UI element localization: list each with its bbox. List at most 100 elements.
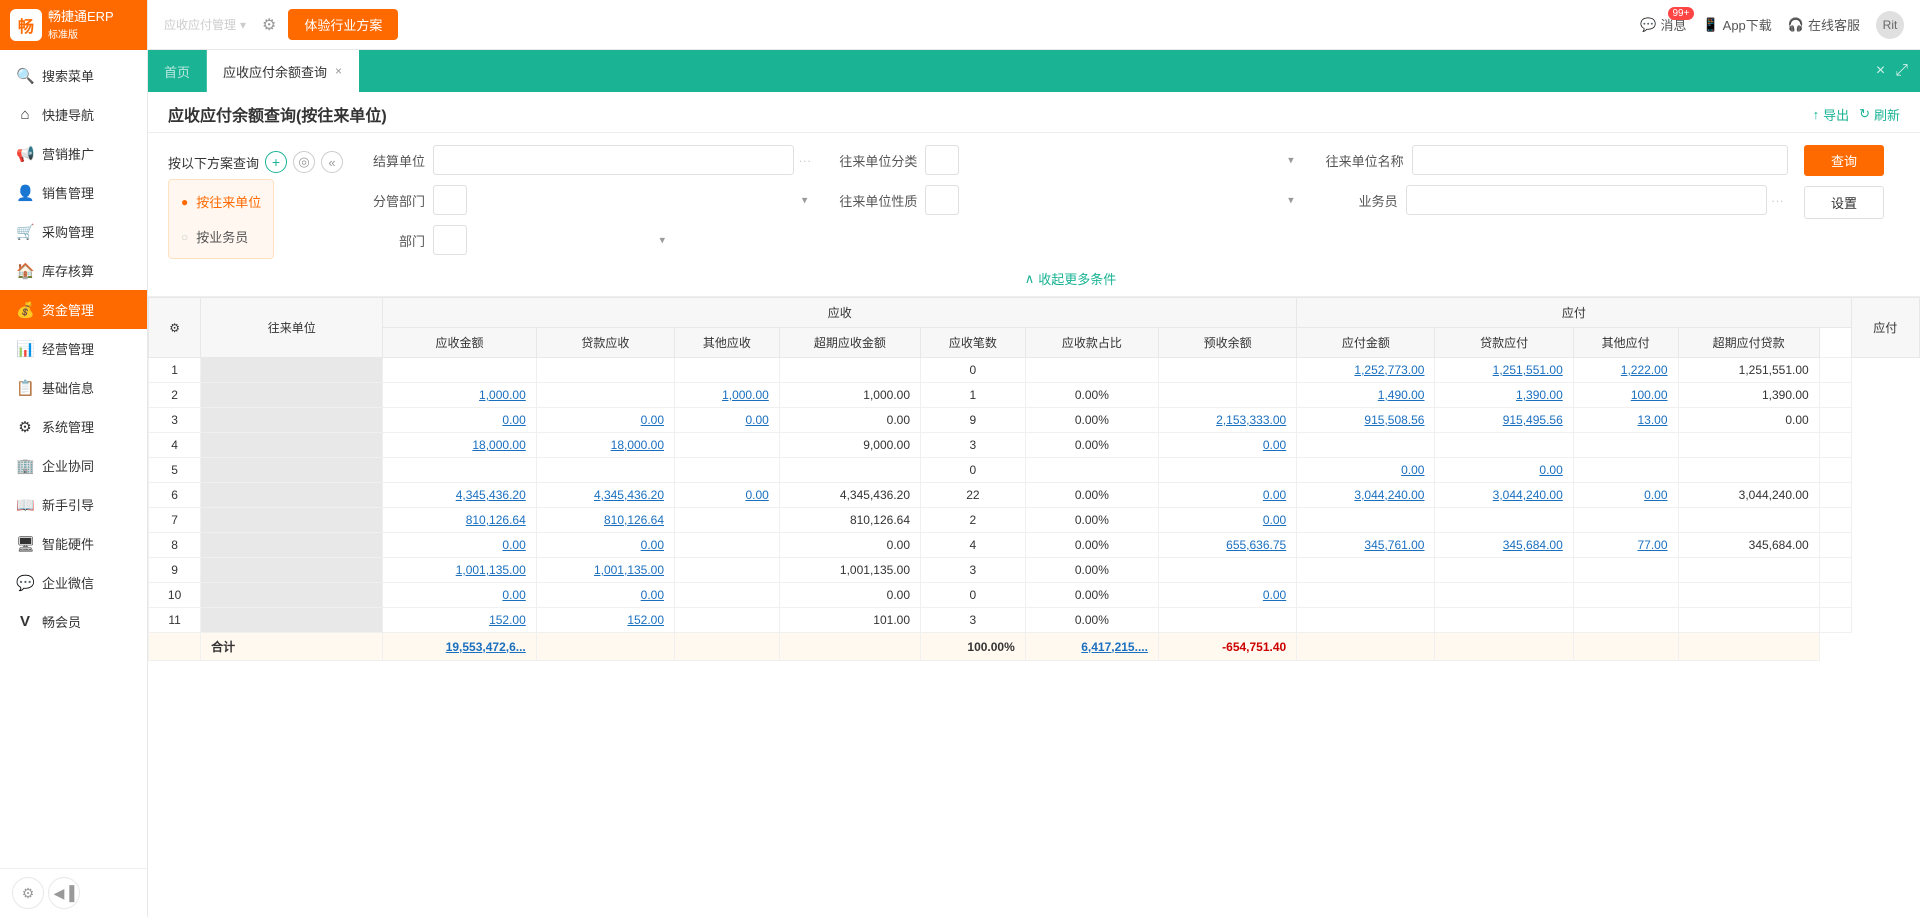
table-cell[interactable]: 100.00 [1573, 383, 1678, 408]
sidebar-item-finance[interactable]: 💰 资金管理 [0, 290, 147, 329]
table-cell[interactable]: 1,251,551.00 [1435, 358, 1573, 383]
table-cell[interactable]: 0.00 [536, 583, 674, 608]
table-cell[interactable]: 3,044,240.00 [1435, 483, 1573, 508]
table-cell[interactable]: 1,222.00 [1573, 358, 1678, 383]
salesperson-dots[interactable]: ··· [1767, 193, 1788, 208]
table-cell[interactable]: 4,345,436.20 [383, 483, 536, 508]
sidebar-item-wechat[interactable]: 💬 企业微信 [0, 563, 147, 602]
table-cell[interactable]: 0.00 [675, 483, 780, 508]
table-cell[interactable]: 810,126.64 [383, 508, 536, 533]
export-button[interactable]: ↑ 导出 [1813, 105, 1850, 124]
table-cell[interactable]: 13.00 [1573, 408, 1678, 433]
table-cell[interactable]: 1,001,135.00 [536, 558, 674, 583]
query-button[interactable]: 查询 [1804, 145, 1884, 176]
sidebar-item-purchase[interactable]: 🛒 采购管理 [0, 212, 147, 251]
table-cell[interactable]: 0.00 [1158, 433, 1296, 458]
sidebar-settings-btn[interactable]: ⚙ [12, 877, 44, 909]
table-cell[interactable]: 1,490.00 [1297, 383, 1435, 408]
tab-close-icon[interactable]: × [335, 64, 342, 78]
sidebar-item-marketing[interactable]: 📢 营销推广 [0, 134, 147, 173]
settlement-unit-input[interactable] [433, 145, 794, 175]
unit-category-label: 往来单位分类 [839, 151, 925, 170]
footer-ar-total[interactable]: 19,553,472,6... [383, 633, 536, 661]
solution-button[interactable]: 体验行业方案 [288, 9, 398, 40]
sidebar-item-corp[interactable]: 🏢 企业协同 [0, 446, 147, 485]
table-cell[interactable]: 4,345,436.20 [536, 483, 674, 508]
table-cell[interactable]: 1,001,135.00 [383, 558, 536, 583]
sidebar-item-inventory[interactable]: 🏠 库存核算 [0, 251, 147, 290]
leftpanel-by-staff[interactable]: ○ 按业务员 [169, 219, 273, 254]
settings-button[interactable]: 设置 [1804, 186, 1884, 219]
department-select[interactable] [433, 225, 467, 255]
leftpanel-by-unit[interactable]: ● 按往来单位 [169, 184, 273, 219]
user-avatar[interactable]: Rit [1876, 11, 1904, 39]
th-settings[interactable]: ⚙ [149, 298, 201, 358]
table-cell[interactable]: 2,153,333.00 [1158, 408, 1296, 433]
table-cell[interactable]: 655,636.75 [1158, 533, 1296, 558]
table-cell[interactable]: 3,044,240.00 [1297, 483, 1435, 508]
tab-arbalance[interactable]: 应收应付余额查询 × [207, 50, 359, 92]
sidebar-item-quicknav[interactable]: ⌂ 快捷导航 [0, 95, 147, 134]
sidebar-item-hardware[interactable]: 🖥 智能硬件 [0, 524, 147, 563]
table-cell[interactable]: 1,000.00 [383, 383, 536, 408]
table-cell[interactable]: 1,000.00 [675, 383, 780, 408]
table-cell[interactable]: 152.00 [383, 608, 536, 633]
sidebar-item-search[interactable]: 🔍 搜索菜单 [0, 56, 147, 95]
filter-add-button[interactable]: + [265, 151, 287, 173]
table-cell[interactable]: 0.00 [675, 408, 780, 433]
settlement-unit-dots[interactable]: ··· [794, 153, 815, 168]
filter-collapse-button[interactable]: « [321, 151, 343, 173]
sidebar-item-sales[interactable]: 👤 销售管理 [0, 173, 147, 212]
unit-name-input[interactable] [1412, 145, 1788, 175]
window-close-button[interactable]: × [1876, 62, 1885, 80]
table-cell[interactable]: 0.00 [1158, 483, 1296, 508]
refresh-icon: ↻ [1859, 106, 1870, 122]
sidebar-item-vip[interactable]: V 畅会员 [0, 602, 147, 641]
message-action[interactable]: 💬 消息 99+ [1640, 15, 1686, 34]
salesperson-input[interactable] [1406, 185, 1767, 215]
table-cell[interactable]: 77.00 [1573, 533, 1678, 558]
table-cell[interactable]: 915,495.56 [1435, 408, 1573, 433]
table-cell[interactable]: 1,252,773.00 [1297, 358, 1435, 383]
table-cell[interactable]: 0.00 [536, 408, 674, 433]
table-cell: 7 [149, 508, 201, 533]
table-cell[interactable]: 0.00 [1435, 458, 1573, 483]
table-cell[interactable]: 345,761.00 [1297, 533, 1435, 558]
sidebar-item-guide[interactable]: 📖 新手引导 [0, 485, 147, 524]
unit-category-select[interactable] [925, 145, 959, 175]
table-cell[interactable]: 0.00 [536, 533, 674, 558]
table-cell[interactable]: 0.00 [383, 408, 536, 433]
collapse-button[interactable]: ∧ 收起更多条件 [1025, 269, 1117, 288]
table-cell[interactable]: 810,126.64 [536, 508, 674, 533]
filter-settings-button[interactable]: ◎ [293, 151, 315, 173]
table-cell[interactable]: 0.00 [1158, 583, 1296, 608]
footer-ar-prepay[interactable]: 6,417,215.... [1025, 633, 1158, 661]
sidebar-item-operation[interactable]: 📊 经营管理 [0, 329, 147, 368]
message-badge: 99+ [1668, 7, 1695, 20]
sidebar-label-sales: 销售管理 [42, 183, 94, 202]
unit-nature-select[interactable] [925, 185, 959, 215]
table-cell[interactable]: 345,684.00 [1435, 533, 1573, 558]
topbar-gear-icon[interactable]: ⚙ [262, 15, 276, 35]
sidebar-item-system[interactable]: ⚙ 系统管理 [0, 407, 147, 446]
table-cell[interactable]: 0.00 [1158, 508, 1296, 533]
table-cell[interactable]: 0.00 [383, 533, 536, 558]
table-cell[interactable]: 1,390.00 [1435, 383, 1573, 408]
table-cell[interactable]: 0.00 [383, 583, 536, 608]
sidebar-item-basic[interactable]: 📋 基础信息 [0, 368, 147, 407]
maximize-button[interactable]: ⤢ [1895, 62, 1908, 80]
table-cell[interactable]: 0.00 [1297, 458, 1435, 483]
table-cell [675, 583, 780, 608]
table-cell[interactable]: 915,508.56 [1297, 408, 1435, 433]
service-action[interactable]: 🎧 在线客服 [1788, 15, 1860, 34]
table-cell[interactable]: 18,000.00 [536, 433, 674, 458]
app-action[interactable]: 📱 App下载 [1702, 15, 1771, 34]
table-cell[interactable]: 152.00 [536, 608, 674, 633]
sidebar-collapse-btn[interactable]: ◀▐ [48, 877, 80, 909]
tab-home[interactable]: 首页 [148, 50, 207, 92]
table-cell[interactable]: 18,000.00 [383, 433, 536, 458]
table-cell [675, 608, 780, 633]
refresh-button[interactable]: ↻ 刷新 [1859, 105, 1900, 124]
managing-dept-select[interactable] [433, 185, 467, 215]
table-cell[interactable]: 0.00 [1573, 483, 1678, 508]
